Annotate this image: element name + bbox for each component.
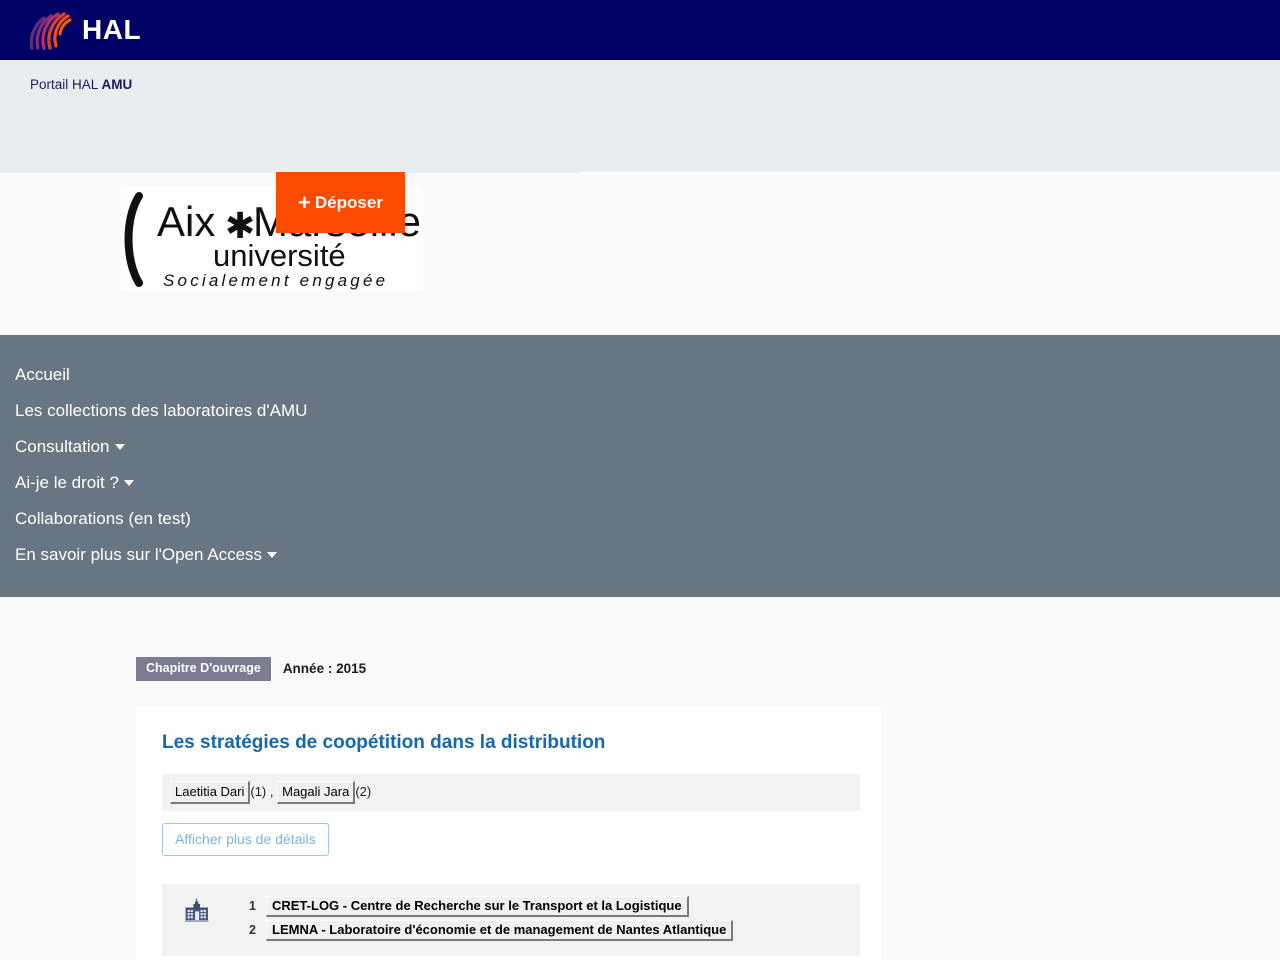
affiliation-link-1[interactable]: CRET-LOG - Centre de Recherche sur le Tr… (266, 895, 689, 917)
svg-text:Aix: Aix (157, 198, 215, 245)
affiliation-row: 2 LEMNA - Laboratoire d'économie et de m… (246, 919, 850, 941)
author-affiliation-ref-1: (1) (250, 784, 267, 800)
deposit-button[interactable]: + Déposer (276, 172, 405, 233)
hal-home-link[interactable]: HAL (30, 10, 141, 50)
svg-text:université: université (213, 238, 346, 273)
plus-icon: + (298, 189, 311, 215)
document-type-badge: Chapitre D'ouvrage (136, 657, 271, 681)
menu-item-label: Consultation (15, 437, 110, 457)
menu-item-ai-je-le-droit[interactable]: Ai-je le droit ? (0, 465, 1280, 501)
menu-item-open-access[interactable]: En savoir plus sur l'Open Access (0, 537, 1280, 573)
menu-item-collections[interactable]: Les collections des laboratoires d'AMU (0, 393, 1280, 429)
affiliations-block: 1 CRET-LOG - Centre de Recherche sur le … (162, 883, 860, 956)
menu-item-collaborations[interactable]: Collaborations (en test) (0, 501, 1280, 537)
top-navigation-bar: HAL (0, 0, 1280, 60)
menu-item-label: Ai-je le droit ? (15, 473, 119, 493)
chevron-down-icon (267, 552, 278, 559)
menu-item-label: Collaborations (en test) (15, 509, 191, 529)
main-menu: Accueil Les collections des laboratoires… (0, 335, 1280, 597)
deposit-button-label: Déposer (314, 192, 383, 212)
record-meta-row: Chapitre D'ouvrage Année : 2015 (136, 657, 884, 681)
portal-prefix: Portail HAL (30, 77, 102, 92)
hal-wordmark: HAL (82, 14, 142, 45)
show-more-details-button[interactable]: Afficher plus de détails (162, 822, 329, 856)
institution-building-icon (174, 896, 210, 929)
chevron-down-icon (123, 480, 134, 487)
affiliation-number: 1 (249, 898, 256, 913)
svg-text:Socialement engagée: Socialement engagée (163, 271, 388, 290)
menu-item-consultation[interactable]: Consultation (0, 429, 1280, 465)
portal-breadcrumb: Portail HAL AMU (30, 77, 132, 92)
main-content: Chapitre D'ouvrage Année : 2015 Les stra… (0, 597, 1280, 960)
publication-card: Les stratégies de coopétition dans la di… (136, 706, 882, 960)
menu-item-label: Les collections des laboratoires d'AMU (15, 401, 308, 421)
university-logo-band: Aix ✱ Marseille université Socialement e… (0, 173, 1280, 335)
affiliation-link-2[interactable]: LEMNA - Laboratoire d'économie et de man… (266, 919, 734, 941)
publication-title[interactable]: Les stratégies de coopétition dans la di… (162, 731, 860, 755)
author-affiliation-ref-2: (2) (355, 784, 372, 800)
portal-name: AMU (101, 77, 133, 92)
record-container: Chapitre D'ouvrage Année : 2015 Les stra… (136, 657, 884, 960)
publication-year-label: Année : 2015 (282, 661, 367, 677)
hal-arcs-logo-icon (30, 10, 72, 50)
chevron-down-icon (114, 444, 125, 451)
affiliation-row: 1 CRET-LOG - Centre de Recherche sur le … (246, 895, 850, 917)
affiliation-list: 1 CRET-LOG - Centre de Recherche sur le … (220, 895, 850, 944)
menu-item-label: Accueil (15, 365, 70, 384)
menu-item-label: En savoir plus sur l'Open Access (15, 545, 263, 565)
author-link-2[interactable]: Magali Jara (277, 781, 356, 804)
menu-item-accueil[interactable]: Accueil (0, 357, 1280, 393)
affiliation-number: 2 (249, 922, 256, 937)
authors-bar: Laetitia Dari (1) , Magali Jara (2) (162, 774, 860, 811)
author-link-1[interactable]: Laetitia Dari (170, 781, 251, 804)
portal-header-strip: Portail HAL AMU + Déposer (0, 60, 1280, 233)
author-separator: , (266, 784, 278, 800)
